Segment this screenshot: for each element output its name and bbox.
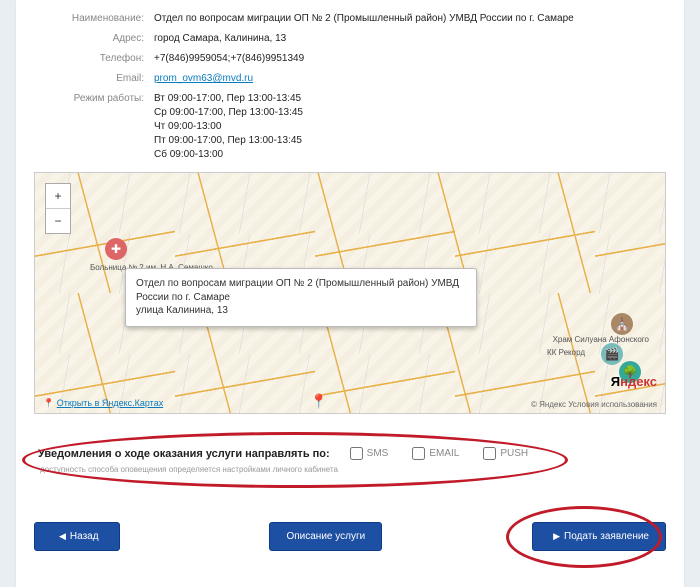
notify-title: Уведомления о ходе оказания услуги напра… — [38, 448, 330, 460]
yandex-logo: Яндекс — [611, 374, 657, 389]
popup-title: Отдел по вопросам миграции ОП № 2 (Промы… — [136, 277, 466, 304]
chevron-left-icon: ◀ — [59, 531, 66, 542]
chevron-right-icon: ▶ — [553, 531, 560, 542]
hours-line: Сб 09:00-13:00 — [154, 148, 666, 162]
poi-church-icon[interactable]: ⛪ — [611, 313, 633, 335]
poi-church-label: Храм Силуана Афонского — [553, 335, 649, 344]
submit-button[interactable]: ▶Подать заявление — [532, 522, 666, 551]
open-in-maps: 📍 Открыть в Яндекс.Картах — [43, 398, 163, 409]
notify-email-label[interactable]: EMAIL — [408, 444, 459, 463]
hours-line: Чт 09:00-13:00 — [154, 120, 666, 134]
map-marker-icon: 📍 — [310, 393, 327, 410]
email-label: Email: — [34, 72, 154, 86]
address-label: Адрес: — [34, 32, 154, 46]
map-popup: Отдел по вопросам миграции ОП № 2 (Промы… — [125, 268, 477, 327]
hours-label: Режим работы: — [34, 92, 154, 162]
zoom-out-button[interactable]: − — [46, 209, 70, 233]
notify-email-checkbox[interactable] — [412, 447, 425, 460]
notify-subtext: доступность способа оповещения определяе… — [38, 465, 662, 474]
email-link[interactable]: prom_ovm63@mvd.ru — [154, 73, 253, 84]
address-value: город Самара, Калинина, 13 — [154, 32, 666, 46]
map-copyright: © Яндекс Условия использования — [531, 400, 657, 409]
hours-line: Вт 09:00-17:00, Пер 13:00-13:45 — [154, 92, 666, 106]
popup-address: улица Калинина, 13 — [136, 304, 466, 318]
notification-block: Уведомления о ходе оказания услуги напра… — [28, 438, 672, 480]
name-label: Наименование: — [34, 12, 154, 26]
hours-line: Ср 09:00-17:00, Пер 13:00-13:45 — [154, 106, 666, 120]
poi-hospital-icon[interactable]: ✚ — [105, 238, 127, 260]
office-details: Наименование:Отдел по вопросам миграции … — [34, 12, 666, 162]
hours-line: Пт 09:00-17:00, Пер 13:00-13:45 — [154, 134, 666, 148]
zoom-in-button[interactable]: + — [46, 184, 70, 209]
back-button[interactable]: ◀Назад — [34, 522, 120, 551]
map-zoom-controls: + − — [45, 183, 71, 234]
notify-push-label[interactable]: PUSH — [479, 444, 528, 463]
poi-cinema-label: КК Рекорд — [547, 348, 585, 357]
notify-push-checkbox[interactable] — [483, 447, 496, 460]
phone-value: +7(846)9959054;+7(846)9951349 — [154, 52, 666, 66]
pin-icon: 📍 — [43, 398, 54, 408]
map[interactable]: + − ✚ Больница № 2 им. Н.А. Семашко ⛪ Хр… — [34, 172, 666, 414]
phone-label: Телефон: — [34, 52, 154, 66]
notify-sms-checkbox[interactable] — [350, 447, 363, 460]
button-row: ◀Назад Описание услуги ▶Подать заявление — [34, 522, 666, 551]
hours-block: Вт 09:00-17:00, Пер 13:00-13:45 Ср 09:00… — [154, 92, 666, 162]
notify-sms-label[interactable]: SMS — [346, 444, 389, 463]
name-value: Отдел по вопросам миграции ОП № 2 (Промы… — [154, 12, 666, 26]
description-button[interactable]: Описание услуги — [269, 522, 382, 551]
poi-cinema-icon[interactable]: 🎬 — [601, 343, 623, 365]
open-in-maps-link[interactable]: Открыть в Яндекс.Картах — [57, 398, 163, 408]
